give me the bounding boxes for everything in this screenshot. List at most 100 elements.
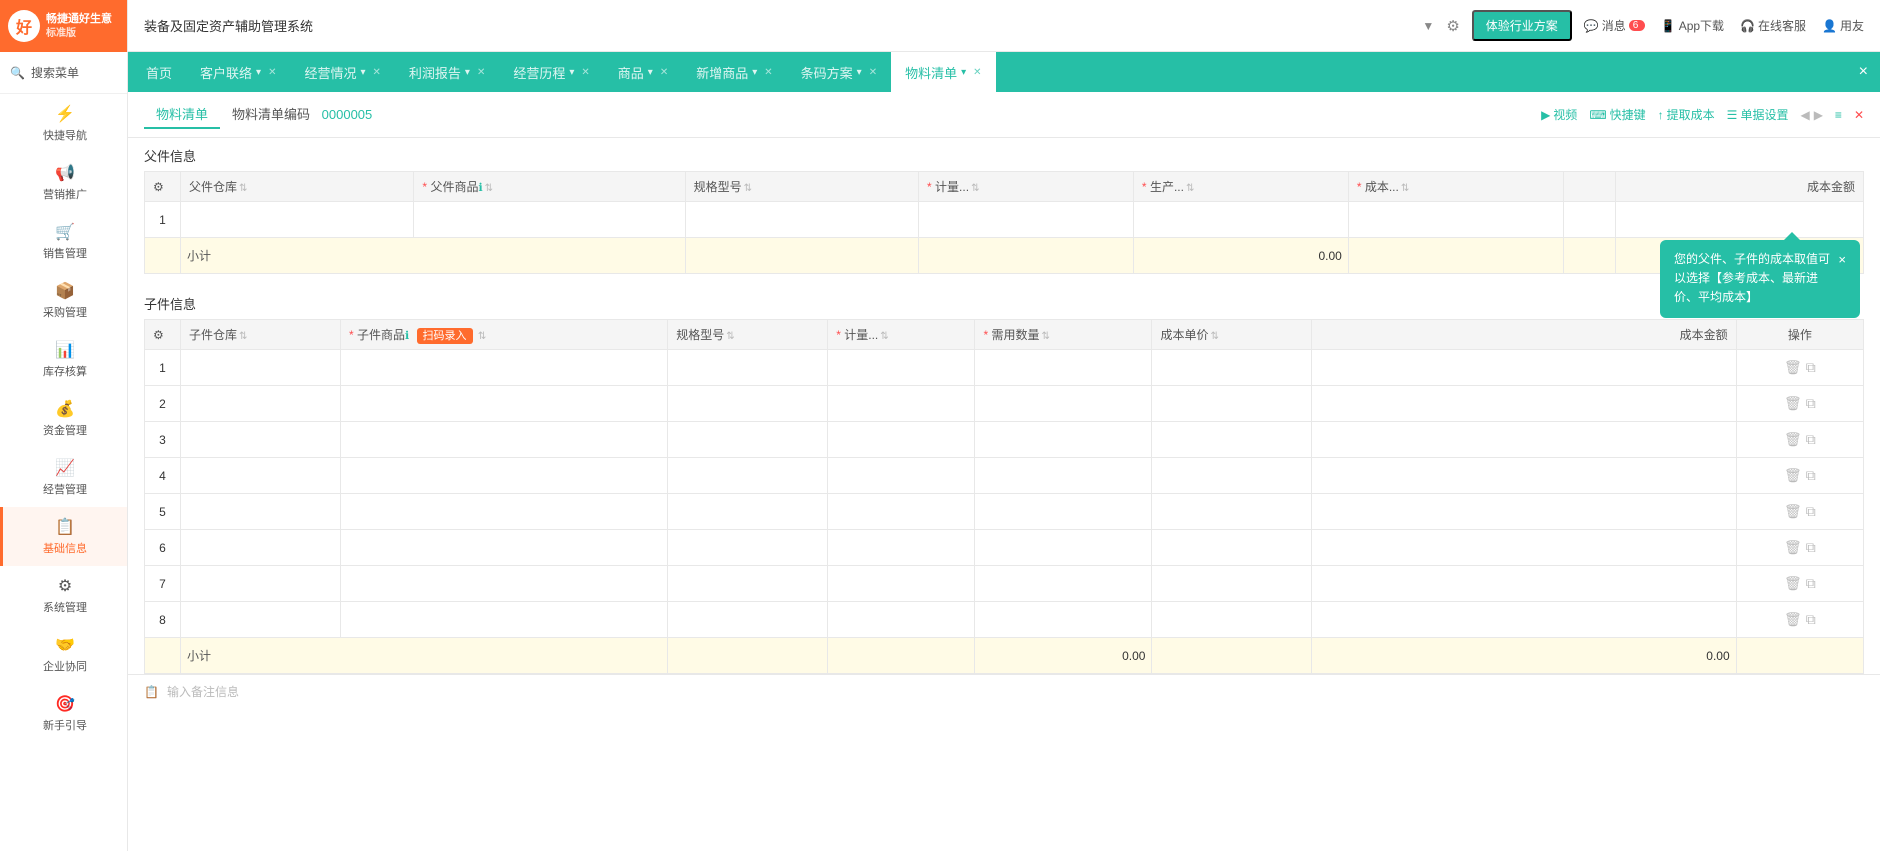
- message-btn[interactable]: 💬 消息 6: [1584, 17, 1645, 34]
- tab-close-icon[interactable]: ✕: [973, 67, 981, 78]
- child-row-1-qty[interactable]: [975, 350, 1152, 386]
- view-btn[interactable]: ▶ 视频: [1541, 106, 1577, 123]
- child-row-5-unit-cost[interactable]: [1152, 494, 1312, 530]
- parent-row-1-warehouse[interactable]: [181, 202, 414, 238]
- shortcut-btn[interactable]: ⌨ 快捷键: [1589, 106, 1645, 123]
- settings-icon[interactable]: ⚙: [1446, 17, 1459, 35]
- close-content-btn[interactable]: ✕: [1854, 108, 1864, 122]
- child-row-3-product[interactable]: [340, 422, 667, 458]
- child-row-1-product[interactable]: [340, 350, 667, 386]
- child-row-6-unit-cost[interactable]: [1152, 530, 1312, 566]
- copy-icon-1[interactable]: ⧉: [1806, 359, 1816, 376]
- child-row-5-product[interactable]: [340, 494, 667, 530]
- nav-next-btn[interactable]: ▶: [1814, 108, 1823, 122]
- child-row-2-spec[interactable]: [668, 386, 828, 422]
- child-row-1-spec[interactable]: [668, 350, 828, 386]
- parent-row-1-unit[interactable]: [919, 202, 1134, 238]
- child-row-8-unit[interactable]: [828, 602, 975, 638]
- copy-icon-5[interactable]: ⧉: [1806, 503, 1816, 520]
- tab-close-icon[interactable]: ✕: [373, 67, 381, 78]
- child-row-8-qty[interactable]: [975, 602, 1152, 638]
- nav-tab-5[interactable]: 商品▾✕: [604, 52, 682, 92]
- child-row-8-product[interactable]: [340, 602, 667, 638]
- parent-col-settings[interactable]: ⚙: [145, 172, 181, 202]
- sidebar-item-0[interactable]: ⚡快捷导航: [0, 94, 127, 153]
- dropdown-arrow-icon[interactable]: ▼: [1422, 19, 1434, 33]
- child-row-2-qty[interactable]: [975, 386, 1152, 422]
- sidebar-item-5[interactable]: 💰资金管理: [0, 389, 127, 448]
- child-row-3-qty[interactable]: [975, 422, 1152, 458]
- nav-tab-0[interactable]: 首页: [132, 52, 186, 92]
- child-row-6-spec[interactable]: [668, 530, 828, 566]
- child-row-3-spec[interactable]: [668, 422, 828, 458]
- nav-tab-3[interactable]: 利润报告▾✕: [395, 52, 499, 92]
- child-row-6-qty[interactable]: [975, 530, 1152, 566]
- child-row-4-product[interactable]: [340, 458, 667, 494]
- close-all-tabs-btn[interactable]: ×: [1851, 63, 1876, 81]
- tab-close-icon[interactable]: ✕: [477, 67, 485, 78]
- copy-icon-4[interactable]: ⧉: [1806, 467, 1816, 484]
- sidebar-item-9[interactable]: 🤝企业协同: [0, 625, 127, 684]
- child-row-5-warehouse[interactable]: [181, 494, 341, 530]
- child-row-7-spec[interactable]: [668, 566, 828, 602]
- trial-button[interactable]: 体验行业方案: [1472, 10, 1572, 41]
- child-row-3-unit[interactable]: [828, 422, 975, 458]
- parent-row-1-production[interactable]: [1133, 202, 1348, 238]
- copy-icon-3[interactable]: ⧉: [1806, 431, 1816, 448]
- search-menu-button[interactable]: 🔍 搜索菜单: [8, 60, 119, 85]
- nav-tab-4[interactable]: 经营历程▾✕: [499, 52, 603, 92]
- child-row-7-product[interactable]: [340, 566, 667, 602]
- delete-icon-4[interactable]: 🗑: [1784, 467, 1802, 484]
- nav-tab-1[interactable]: 客户联络▾✕: [186, 52, 290, 92]
- copy-icon-8[interactable]: ⧉: [1806, 611, 1816, 628]
- child-row-8-warehouse[interactable]: [181, 602, 341, 638]
- child-row-6-unit[interactable]: [828, 530, 975, 566]
- single-settings-btn[interactable]: ☰ 单据设置: [1727, 106, 1789, 123]
- parent-row-1-product[interactable]: [414, 202, 685, 238]
- delete-icon-8[interactable]: 🗑: [1784, 611, 1802, 628]
- sidebar-search[interactable]: 🔍 搜索菜单: [0, 52, 127, 94]
- child-row-4-amount[interactable]: [1312, 458, 1736, 494]
- child-row-6-amount[interactable]: [1312, 530, 1736, 566]
- child-row-1-warehouse[interactable]: [181, 350, 341, 386]
- child-row-8-amount[interactable]: [1312, 602, 1736, 638]
- online-service-btn[interactable]: 🎧 在线客服: [1740, 17, 1806, 34]
- tab-close-icon[interactable]: ✕: [268, 67, 276, 78]
- bottom-label[interactable]: 输入备注信息: [167, 683, 239, 700]
- child-row-1-unit[interactable]: [828, 350, 975, 386]
- tab-close-icon[interactable]: ✕: [764, 67, 772, 78]
- tab-close-icon[interactable]: ✕: [869, 67, 877, 78]
- child-row-3-warehouse[interactable]: [181, 422, 341, 458]
- nav-tab-6[interactable]: 新增商品▾✕: [682, 52, 786, 92]
- parent-row-1-amount[interactable]: [1616, 202, 1864, 238]
- child-row-5-amount[interactable]: [1312, 494, 1736, 530]
- parent-row-1-spec[interactable]: [685, 202, 918, 238]
- delete-icon-7[interactable]: 🗑: [1784, 575, 1802, 592]
- scan-badge[interactable]: 扫码录入: [417, 328, 473, 344]
- child-row-2-amount[interactable]: [1312, 386, 1736, 422]
- sidebar-item-2[interactable]: 🛒销售管理: [0, 212, 127, 271]
- tooltip-close-btn[interactable]: ×: [1838, 250, 1846, 271]
- child-row-5-unit[interactable]: [828, 494, 975, 530]
- delete-icon-1[interactable]: 🗑: [1784, 359, 1802, 376]
- child-row-5-spec[interactable]: [668, 494, 828, 530]
- delete-icon-2[interactable]: 🗑: [1784, 395, 1802, 412]
- sidebar-item-7[interactable]: 📋基础信息: [0, 507, 127, 566]
- child-row-2-product[interactable]: [340, 386, 667, 422]
- sidebar-item-3[interactable]: 📦采购管理: [0, 271, 127, 330]
- child-row-1-amount[interactable]: [1312, 350, 1736, 386]
- child-row-2-unit[interactable]: [828, 386, 975, 422]
- child-row-1-unit-cost[interactable]: [1152, 350, 1312, 386]
- nav-prev-btn[interactable]: ◀: [1800, 108, 1809, 122]
- sidebar-item-1[interactable]: 📢营销推广: [0, 153, 127, 212]
- child-row-7-amount[interactable]: [1312, 566, 1736, 602]
- child-row-4-spec[interactable]: [668, 458, 828, 494]
- child-row-4-unit-cost[interactable]: [1152, 458, 1312, 494]
- child-row-7-warehouse[interactable]: [181, 566, 341, 602]
- copy-icon-7[interactable]: ⧉: [1806, 575, 1816, 592]
- child-row-2-warehouse[interactable]: [181, 386, 341, 422]
- child-col-settings[interactable]: ⚙: [145, 320, 181, 350]
- nav-tab-2[interactable]: 经营情况▾✕: [290, 52, 394, 92]
- app-download-btn[interactable]: 📱 App下载: [1661, 17, 1724, 34]
- delete-icon-6[interactable]: 🗑: [1784, 539, 1802, 556]
